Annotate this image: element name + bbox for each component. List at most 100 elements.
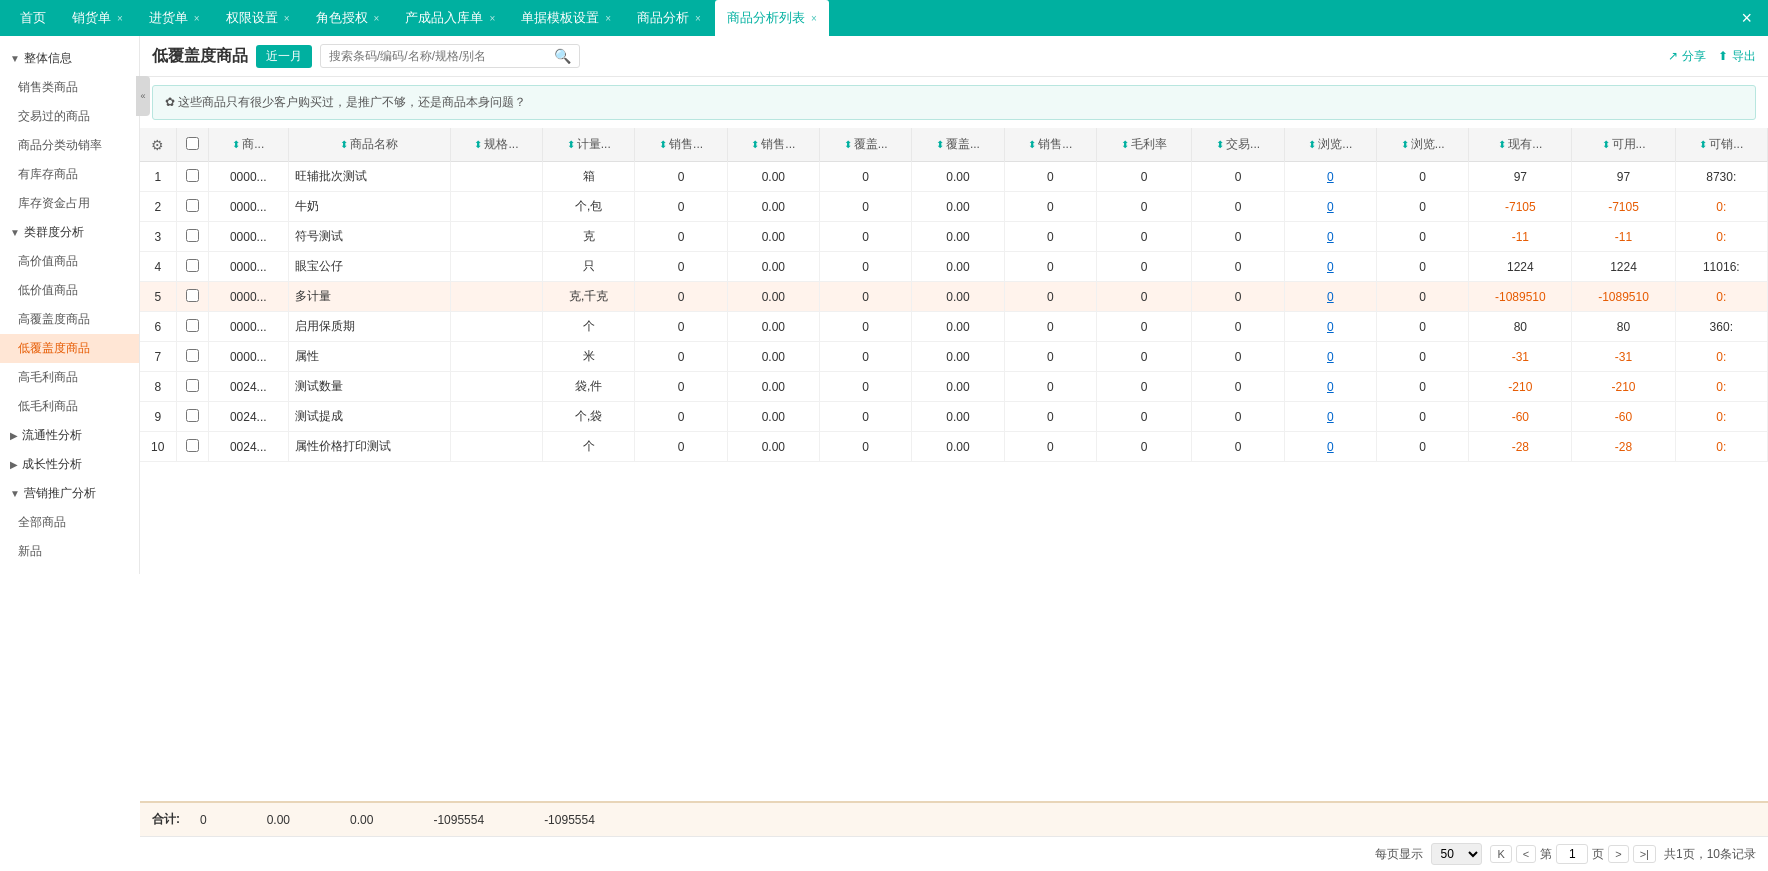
- th-view2[interactable]: ⬍浏览...: [1377, 128, 1469, 162]
- sidebar-item-low-coverage[interactable]: 低覆盖度商品: [0, 334, 139, 363]
- row-avail: -31: [1572, 342, 1675, 372]
- th-code[interactable]: ⬍商...: [208, 128, 288, 162]
- th-unit[interactable]: ⬍计量...: [543, 128, 635, 162]
- sidebar-group-marketing[interactable]: ▼ 营销推广分析: [0, 479, 139, 508]
- row-view2: 0: [1377, 372, 1469, 402]
- row-name: 多计量: [288, 282, 450, 312]
- row-sellable: 0:: [1675, 402, 1767, 432]
- row-view1[interactable]: 0: [1284, 402, 1376, 432]
- nav-tab-product-entry[interactable]: 产成品入库单 ×: [393, 0, 507, 36]
- export-button[interactable]: ⬆ 导出: [1718, 48, 1756, 65]
- select-all-checkbox[interactable]: [186, 137, 199, 150]
- th-sales-qty[interactable]: ⬍销售...: [635, 128, 727, 162]
- share-button[interactable]: ↗ 分享: [1668, 48, 1706, 65]
- th-checkbox[interactable]: [176, 128, 208, 162]
- per-page-select[interactable]: 50 20 100 200: [1431, 843, 1482, 865]
- sidebar-item-traded-goods[interactable]: 交易过的商品: [0, 102, 139, 131]
- row-view1[interactable]: 0: [1284, 312, 1376, 342]
- row-view1[interactable]: 0: [1284, 432, 1376, 462]
- row-num: 3: [140, 222, 176, 252]
- th-cover1[interactable]: ⬍覆盖...: [820, 128, 912, 162]
- last-page-button[interactable]: >|: [1633, 845, 1656, 863]
- row-checkbox[interactable]: [176, 312, 208, 342]
- footer-total: 合计: 0 0.00 0.00 -1095554 -1095554: [140, 801, 1768, 836]
- th-spec[interactable]: ⬍规格...: [450, 128, 542, 162]
- first-page-button[interactable]: K: [1490, 845, 1511, 863]
- nav-tab-purchase[interactable]: 进货单 ×: [137, 0, 212, 36]
- th-sellable[interactable]: ⬍可销...: [1675, 128, 1767, 162]
- row-checkbox[interactable]: [176, 162, 208, 192]
- search-input[interactable]: [329, 49, 550, 63]
- sidebar-group-growth[interactable]: ▶ 成长性分析: [0, 450, 139, 479]
- row-checkbox[interactable]: [176, 192, 208, 222]
- row-view1[interactable]: 0: [1284, 222, 1376, 252]
- th-view1[interactable]: ⬍浏览...: [1284, 128, 1376, 162]
- row-view1[interactable]: 0: [1284, 192, 1376, 222]
- sidebar-group-liquidity[interactable]: ▶ 流通性分析: [0, 421, 139, 450]
- table-body: 1 0000... 旺辅批次测试 箱 0 0.00 0 0.00 0 0 0 0…: [140, 162, 1768, 462]
- sidebar-item-all-goods[interactable]: 全部商品: [0, 508, 139, 537]
- th-sales3[interactable]: ⬍销售...: [1004, 128, 1096, 162]
- row-stock: 1224: [1469, 252, 1572, 282]
- sidebar-item-stock-capital[interactable]: 库存资金占用: [0, 189, 139, 218]
- nav-tab-role[interactable]: 角色授权 ×: [304, 0, 392, 36]
- prev-page-button[interactable]: <: [1516, 845, 1536, 863]
- time-filter-button[interactable]: 近一月: [256, 45, 312, 68]
- nav-tab-template[interactable]: 单据模板设置 ×: [509, 0, 623, 36]
- th-trade[interactable]: ⬍交易...: [1192, 128, 1284, 162]
- main-layout: ▼ 整体信息 销售类商品 交易过的商品 商品分类动销率 有库存商品 库存资金占用…: [0, 36, 1768, 871]
- sidebar-item-high-coverage[interactable]: 高覆盖度商品: [0, 305, 139, 334]
- next-page-button[interactable]: >: [1608, 845, 1628, 863]
- th-cover2[interactable]: ⬍覆盖...: [912, 128, 1004, 162]
- nav-tab-analysis[interactable]: 商品分析 ×: [625, 0, 713, 36]
- sidebar-collapse-button[interactable]: «: [136, 76, 150, 116]
- row-checkbox[interactable]: [176, 402, 208, 432]
- th-name[interactable]: ⬍商品名称: [288, 128, 450, 162]
- row-checkbox[interactable]: [176, 282, 208, 312]
- sidebar-group-cluster[interactable]: ▼ 类群度分析: [0, 218, 139, 247]
- th-gear[interactable]: ⚙: [140, 128, 176, 162]
- th-avail[interactable]: ⬍可用...: [1572, 128, 1675, 162]
- page-number-input[interactable]: [1556, 844, 1588, 864]
- row-view1[interactable]: 0: [1284, 372, 1376, 402]
- sidebar-item-category-turnover[interactable]: 商品分类动销率: [0, 131, 139, 160]
- sidebar-item-stock-goods[interactable]: 有库存商品: [0, 160, 139, 189]
- nav-tab-analysis-list[interactable]: 商品分析列表 ×: [715, 0, 829, 36]
- table-row: 4 0000... 眼宝公仔 只 0 0.00 0 0.00 0 0 0 0 0…: [140, 252, 1768, 282]
- close-icon[interactable]: ×: [695, 13, 701, 24]
- close-icon[interactable]: ×: [194, 13, 200, 24]
- nav-tab-home[interactable]: 首页: [8, 0, 58, 36]
- close-icon[interactable]: ×: [374, 13, 380, 24]
- row-checkbox[interactable]: [176, 432, 208, 462]
- window-close-button[interactable]: ×: [1733, 8, 1760, 29]
- row-checkbox[interactable]: [176, 372, 208, 402]
- nav-tab-permission[interactable]: 权限设置 ×: [214, 0, 302, 36]
- row-sales-amt: 0.00: [727, 342, 819, 372]
- sidebar-item-new-goods[interactable]: 新品: [0, 537, 139, 566]
- sidebar-item-high-value[interactable]: 高价值商品: [0, 247, 139, 276]
- nav-tab-sales[interactable]: 销货单 ×: [60, 0, 135, 36]
- sidebar-item-sales-goods[interactable]: 销售类商品: [0, 73, 139, 102]
- row-checkbox[interactable]: [176, 222, 208, 252]
- sidebar-item-low-margin[interactable]: 低毛利商品: [0, 392, 139, 421]
- close-icon[interactable]: ×: [605, 13, 611, 24]
- th-stock[interactable]: ⬍现有...: [1469, 128, 1572, 162]
- row-view1[interactable]: 0: [1284, 252, 1376, 282]
- sidebar-item-low-value[interactable]: 低价值商品: [0, 276, 139, 305]
- row-checkbox[interactable]: [176, 342, 208, 372]
- row-stock: -28: [1469, 432, 1572, 462]
- row-view1[interactable]: 0: [1284, 282, 1376, 312]
- row-view2: 0: [1377, 282, 1469, 312]
- th-gross[interactable]: ⬍毛利率: [1096, 128, 1192, 162]
- close-icon[interactable]: ×: [117, 13, 123, 24]
- sidebar-item-high-margin[interactable]: 高毛利商品: [0, 363, 139, 392]
- close-icon[interactable]: ×: [284, 13, 290, 24]
- close-icon[interactable]: ×: [811, 13, 817, 24]
- row-view1[interactable]: 0: [1284, 342, 1376, 372]
- close-icon[interactable]: ×: [489, 13, 495, 24]
- row-checkbox[interactable]: [176, 252, 208, 282]
- row-view1[interactable]: 0: [1284, 162, 1376, 192]
- table-container[interactable]: ⚙ ⬍商... ⬍商品名称 ⬍规格... ⬍计量... ⬍销售... ⬍销售..…: [140, 128, 1768, 801]
- th-sales-amt[interactable]: ⬍销售...: [727, 128, 819, 162]
- sidebar-group-overview[interactable]: ▼ 整体信息: [0, 44, 139, 73]
